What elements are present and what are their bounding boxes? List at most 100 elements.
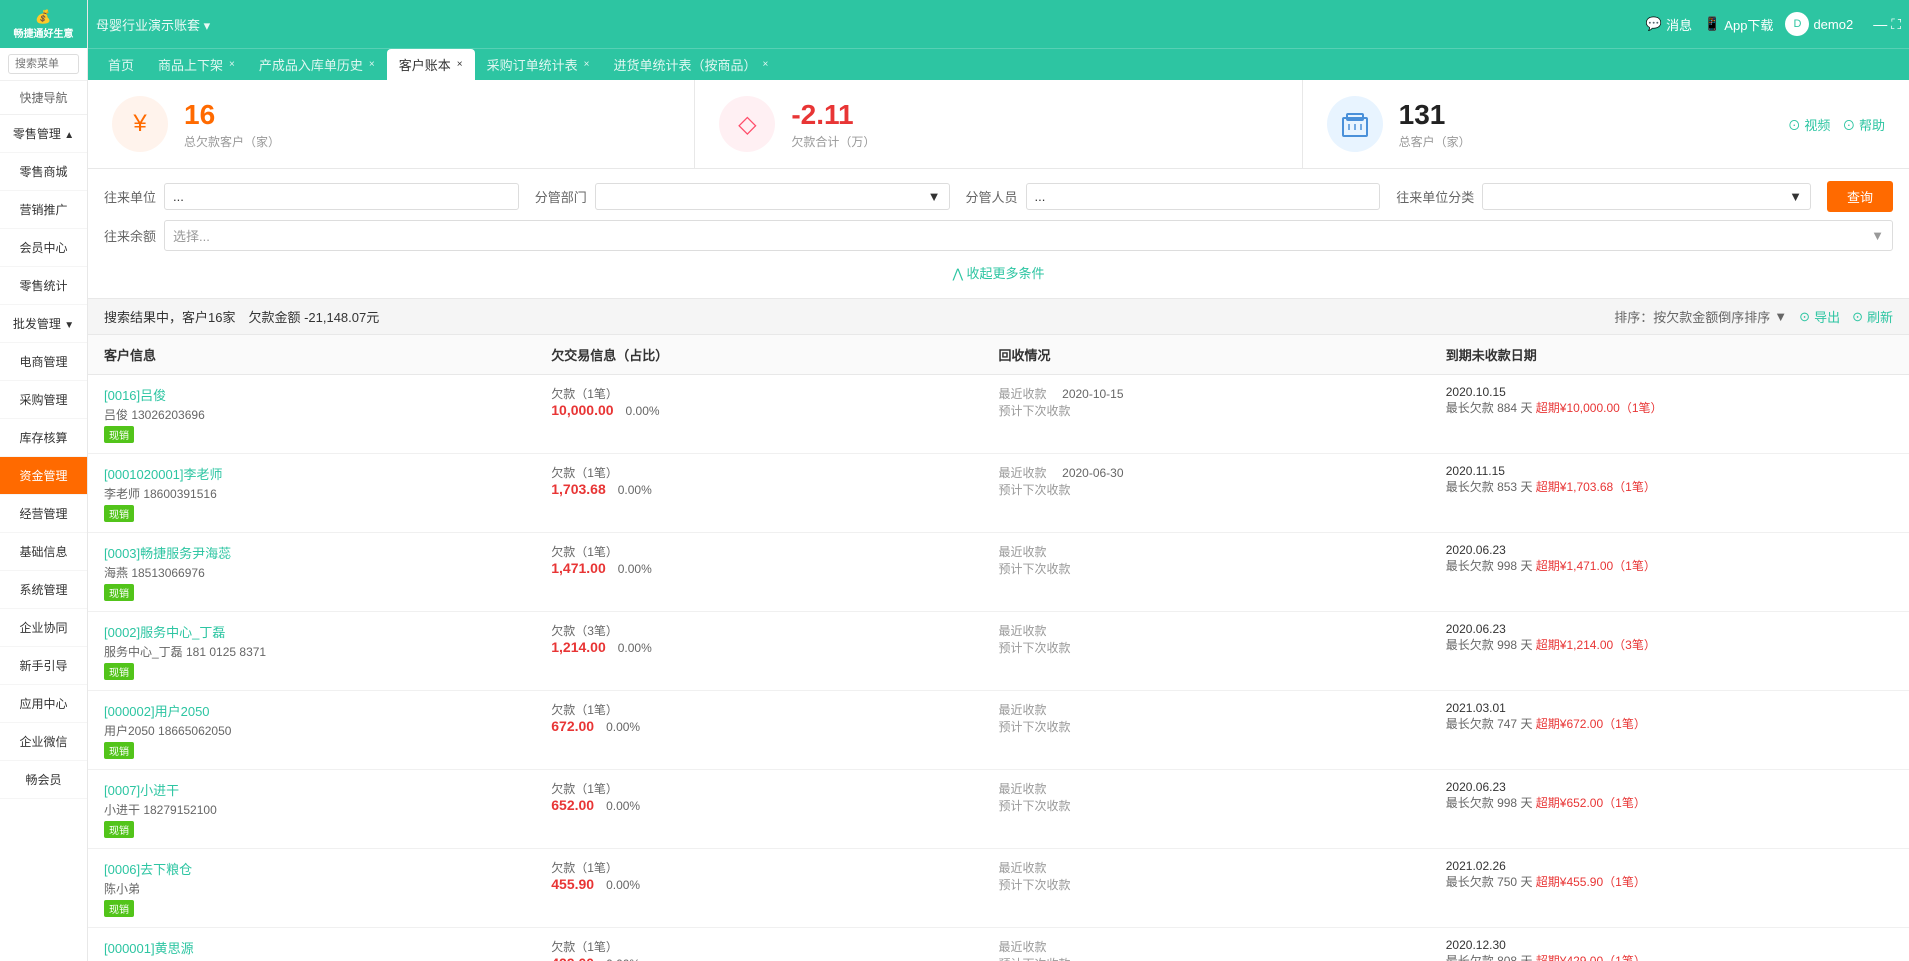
sidebar-item-member[interactable]: 会员中心 xyxy=(0,229,87,267)
minimize-icon[interactable]: — xyxy=(1873,16,1887,33)
customer-name[interactable]: [0001020001]李老师 xyxy=(104,464,551,483)
manager-input[interactable]: ... xyxy=(1026,183,1381,210)
debt-amount[interactable]: 672.00 xyxy=(551,718,594,734)
help-link[interactable]: ⊙ 帮助 xyxy=(1842,115,1885,134)
tab-purchase-stats-close[interactable]: × xyxy=(762,59,768,70)
overdue-amount[interactable]: 超期¥1,214.00（3笔） xyxy=(1536,638,1656,652)
dept-input[interactable]: ▼ xyxy=(595,183,950,210)
tab-production[interactable]: 产成品入库单历史 × xyxy=(247,49,387,80)
overdue-amount[interactable]: 超期¥10,000.00（1笔） xyxy=(1536,401,1663,415)
sidebar-item-purchase-mgmt[interactable]: 采购管理 xyxy=(0,381,87,419)
debt-amount[interactable]: 429.00 xyxy=(551,955,594,961)
next-payment: 预计下次收款 xyxy=(999,639,1446,656)
topbar-right: 💬 消息 📱 App下载 D demo2 — ⛶ xyxy=(1646,12,1901,36)
sidebar-item-inventory[interactable]: 库存核算 xyxy=(0,419,87,457)
customer-name[interactable]: [0007]小进干 xyxy=(104,780,551,799)
debt-amount-value: -2.11 xyxy=(791,99,875,131)
overdue-amount[interactable]: 超期¥1,703.68（1笔） xyxy=(1536,480,1656,494)
maximize-icon[interactable]: ⛶ xyxy=(1891,16,1901,33)
sort-label: 排序：按欠款金额倒序排序 xyxy=(1614,307,1770,326)
sidebar-item-basic-info[interactable]: 基础信息 xyxy=(0,533,87,571)
customer-tag: 现销 xyxy=(104,505,134,522)
debt-amount[interactable]: 652.00 xyxy=(551,797,594,813)
customer-info-cell: [000002]用户2050 用户2050 18665062050 现销 xyxy=(104,701,551,759)
tab-products-close[interactable]: × xyxy=(229,59,235,70)
sidebar: 💰 畅捷通好生意 快捷导航 零售管理 ▲ 零售商城 营销推广 会员中心 零售统计… xyxy=(0,0,88,961)
customer-contact: 服务中心_丁磊 181 0125 8371 xyxy=(104,643,551,660)
sidebar-item-ecommerce[interactable]: 电商管理 xyxy=(0,343,87,381)
unit-category-input[interactable]: ▼ xyxy=(1482,183,1811,210)
sidebar-item-retail-mgmt[interactable]: 零售管理 ▲ xyxy=(0,115,87,153)
sidebar-item-retail-stats[interactable]: 零售统计 xyxy=(0,267,87,305)
sidebar-item-enterprise-wechat[interactable]: 企业微信 xyxy=(0,723,87,761)
query-button[interactable]: 查询 xyxy=(1827,181,1893,212)
customer-name[interactable]: [000002]用户2050 xyxy=(104,701,551,720)
due-date-cell: 2020.10.15 最长欠款 884 天 超期¥10,000.00（1笔） xyxy=(1446,385,1893,416)
sidebar-item-quick-nav[interactable]: 快捷导航 xyxy=(0,81,87,115)
collapse-button[interactable]: ⋀ 收起更多条件 xyxy=(104,259,1893,286)
sidebar-item-enterprise[interactable]: 企业协同 xyxy=(0,609,87,647)
sidebar-item-app-center[interactable]: 应用中心 xyxy=(0,685,87,723)
customer-name[interactable]: [000001]黄思源 xyxy=(104,938,551,957)
due-date-cell: 2020.12.30 最长欠款 808 天 超期¥429.00（1笔） xyxy=(1446,938,1893,961)
tab-customer-account-close[interactable]: × xyxy=(457,59,463,70)
debt-amount[interactable]: 455.90 xyxy=(551,876,594,892)
tab-production-close[interactable]: × xyxy=(369,59,375,70)
from-unit-input[interactable]: ... xyxy=(164,183,519,210)
sidebar-item-vip-member[interactable]: 畅会员 xyxy=(0,761,87,799)
customer-name[interactable]: [0006]去下粮仓 xyxy=(104,859,551,878)
tab-purchase-stats[interactable]: 进货单统计表（按商品） × xyxy=(601,49,780,80)
overdue-amount[interactable]: 超期¥652.00（1笔） xyxy=(1536,796,1646,810)
balance-select[interactable]: 选择... ▼ xyxy=(164,220,1893,251)
sidebar-item-marketing[interactable]: 营销推广 xyxy=(0,191,87,229)
overdue-amount[interactable]: 超期¥455.90（1笔） xyxy=(1536,875,1646,889)
video-link[interactable]: ⊙ 视频 xyxy=(1788,115,1831,134)
table-body: [0016]吕俊 吕俊 13026203696 现销 欠款（1笔） 10,000… xyxy=(88,375,1909,961)
debt-amount[interactable]: 1,703.68 xyxy=(551,481,606,497)
data-table: 客户信息 欠交易信息（占比） 回收情况 到期未收款日期 [0016]吕俊 吕俊 … xyxy=(88,335,1909,961)
tab-purchase-orders[interactable]: 采购订单统计表 × xyxy=(475,49,602,80)
balance-filter: 往来余额 选择... ▼ xyxy=(104,220,1893,251)
repay-status-cell: 最近收款 预计下次收款 xyxy=(999,543,1446,577)
search-input[interactable] xyxy=(8,54,79,74)
debt-info-cell: 欠款（1笔） 1,471.00 0.00% xyxy=(551,543,998,576)
sidebar-item-retail-mall[interactable]: 零售商城 xyxy=(0,153,87,191)
from-unit-label: 往来单位 xyxy=(104,187,156,206)
sidebar-item-system-mgmt[interactable]: 系统管理 xyxy=(0,571,87,609)
refresh-button[interactable]: ⊙ 刷新 xyxy=(1852,307,1893,326)
overdue-amount[interactable]: 超期¥1,471.00（1笔） xyxy=(1536,559,1656,573)
user-menu[interactable]: D demo2 xyxy=(1785,12,1853,36)
last-payment-label: 最近收款 xyxy=(999,545,1047,559)
debt-amount-row: 10,000.00 0.00% xyxy=(551,402,998,418)
message-button[interactable]: 💬 消息 xyxy=(1646,15,1692,34)
tab-customer-account[interactable]: 客户账本 × xyxy=(387,49,475,80)
customer-info-cell: [0006]去下粮仓 陈小弟 现销 xyxy=(104,859,551,917)
due-date: 2021.03.01 xyxy=(1446,701,1893,715)
next-payment: 预计下次收款 xyxy=(999,481,1446,498)
customer-name[interactable]: [0002]服务中心_丁磊 xyxy=(104,622,551,641)
debt-amount[interactable]: 1,214.00 xyxy=(551,639,606,655)
total-customers-content: 131 总客户（家） xyxy=(1399,99,1471,150)
sidebar-item-capital-mgmt[interactable]: 资金管理 xyxy=(0,457,87,495)
sidebar-item-new-guide[interactable]: 新手引导 xyxy=(0,647,87,685)
table-row: [0003]畅捷服务尹海蕊 海燕 18513066976 现销 欠款（1笔） 1… xyxy=(88,533,1909,612)
tab-home[interactable]: 首页 xyxy=(96,49,146,80)
customer-name[interactable]: [0003]畅捷服务尹海蕊 xyxy=(104,543,551,562)
export-button[interactable]: ⊙ 导出 xyxy=(1799,307,1840,326)
debt-amount[interactable]: 1,471.00 xyxy=(551,560,606,576)
sort-button[interactable]: 排序：按欠款金额倒序排序 ▼ xyxy=(1614,307,1787,326)
overdue-amount[interactable]: 超期¥429.00（1笔） xyxy=(1536,954,1646,961)
repay-status-cell: 最近收款 预计下次收款 xyxy=(999,701,1446,735)
sidebar-item-batch-mgmt[interactable]: 批发管理 ▼ xyxy=(0,305,87,343)
debt-amount[interactable]: 10,000.00 xyxy=(551,402,613,418)
customer-name[interactable]: [0016]吕俊 xyxy=(104,385,551,404)
app-download-button[interactable]: 📱 App下载 xyxy=(1704,15,1773,34)
overdue-amount[interactable]: 超期¥672.00（1笔） xyxy=(1536,717,1646,731)
next-payment-label: 预计下次收款 xyxy=(999,562,1071,576)
tab-products[interactable]: 商品上下架 × xyxy=(146,49,247,80)
last-payment: 最近收款 xyxy=(999,701,1446,718)
col-customer-info: 客户信息 xyxy=(104,345,551,364)
sidebar-item-operations[interactable]: 经营管理 xyxy=(0,495,87,533)
tab-purchase-orders-close[interactable]: × xyxy=(584,59,590,70)
customer-tag: 现销 xyxy=(104,742,134,759)
